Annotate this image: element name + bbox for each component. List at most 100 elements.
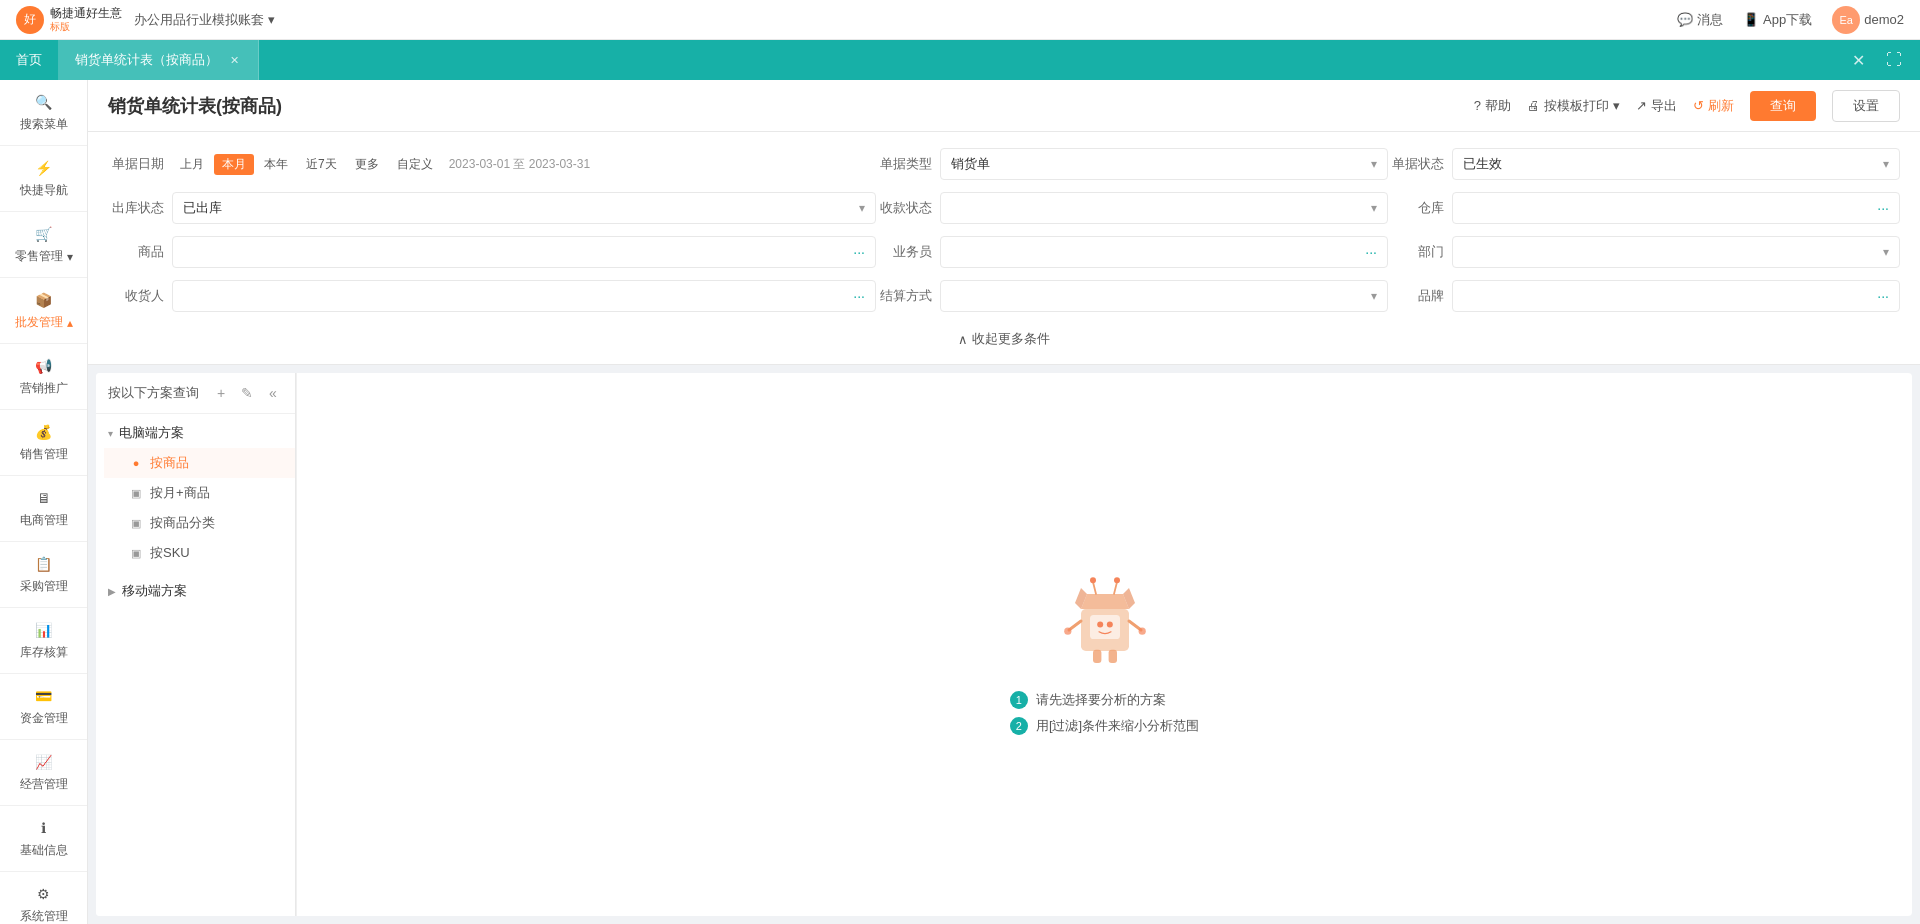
date-tab-last-month[interactable]: 上月 [172, 154, 212, 175]
content-area: 销货单统计表(按商品) ? 帮助 🖨 按模板打印 ▾ ↗ 导出 ↺ 刷新 [88, 80, 1920, 924]
industry-select[interactable]: 办公用品行业模拟账套 ▾ [134, 11, 275, 29]
hint-num-1: 1 [1010, 691, 1028, 709]
empty-state: 1 请先选择要分析的方案 2 用[过滤]条件来缩小分析范围 [297, 373, 1912, 916]
logo-text: 畅捷通好生意 标版 [50, 6, 122, 32]
refresh-btn[interactable]: ↺ 刷新 [1693, 97, 1734, 115]
tab-close-icon[interactable]: ✕ [226, 52, 242, 68]
scheme-group-mobile-title[interactable]: ▶ 移动端方案 [96, 576, 295, 606]
query-button[interactable]: 查询 [1750, 91, 1816, 121]
pay-method-select[interactable]: ▾ [940, 280, 1388, 312]
svg-line-11 [1069, 621, 1081, 630]
ecom-icon: 🖥 [34, 488, 54, 508]
sidebar-item-retail[interactable]: 🛒 零售管理 ▾ [0, 212, 87, 278]
warehouse-label: 仓库 [1388, 199, 1444, 217]
settings-button[interactable]: 设置 [1832, 90, 1900, 122]
date-picker-row: 上月 本月 本年 近7天 更多 自定义 2023-03-01 至 2023-03… [172, 154, 876, 175]
inner-panel: 按以下方案查询 + ✎ « ▾ 电脑端方案 [96, 373, 1912, 916]
receiver-ellipsis[interactable]: ··· [853, 288, 865, 304]
sidebar-item-system[interactable]: ⚙ 系统管理 [0, 872, 87, 924]
svg-line-7 [1093, 582, 1096, 594]
sales-icon: 💰 [34, 422, 54, 442]
tab-stats[interactable]: 销货单统计表（按商品） ✕ [59, 40, 259, 80]
scheme-group-mobile: ▶ 移动端方案 [96, 572, 295, 610]
sidebar-item-search[interactable]: 🔍 搜索菜单 [0, 80, 87, 146]
filter-collect-status: 收款状态 ▾ [876, 192, 1388, 224]
help-btn[interactable]: ? 帮助 [1474, 97, 1511, 115]
date-tab-more[interactable]: 更多 [347, 154, 387, 175]
out-status-select[interactable]: 已出库 ▾ [172, 192, 876, 224]
app-download-btn[interactable]: 📱 App下载 [1743, 11, 1812, 29]
sidebar-item-inventory[interactable]: 📊 库存核算 [0, 608, 87, 674]
chevron-down-icon: ▾ [268, 12, 275, 27]
sidebar-item-finance[interactable]: 💳 资金管理 [0, 674, 87, 740]
brand-ellipsis[interactable]: ··· [1877, 288, 1889, 304]
receiver-select[interactable]: ··· [172, 280, 876, 312]
top-bar-left: 好 畅捷通好生意 标版 办公用品行业模拟账套 ▾ [16, 6, 275, 34]
by-sku-icon: ▣ [128, 545, 144, 561]
filter-salesperson: 业务员 ··· [876, 236, 1388, 268]
scheme-item-by-sku[interactable]: ▣ 按SKU [104, 538, 295, 568]
mobile-group-arrow-icon: ▶ [108, 586, 116, 597]
operation-icon: 📈 [34, 752, 54, 772]
salesperson-select[interactable]: ··· [940, 236, 1388, 268]
scheme-collapse-btn[interactable]: « [263, 383, 283, 403]
tab-close-window-btn[interactable]: ✕ [1844, 46, 1872, 74]
date-tab-7days[interactable]: 近7天 [298, 154, 345, 175]
print-icon: 🖨 [1527, 98, 1540, 113]
goods-ellipsis[interactable]: ··· [853, 244, 865, 260]
date-tab-custom[interactable]: 自定义 [389, 154, 441, 175]
svg-rect-4 [1090, 615, 1120, 639]
wholesale-arrow-icon: ▴ [67, 316, 73, 330]
svg-marker-1 [1081, 594, 1129, 609]
user-info[interactable]: Ea demo2 [1832, 6, 1904, 34]
logo-icon: 好 [16, 6, 44, 34]
tab-home[interactable]: 首页 [0, 40, 59, 80]
date-tab-this-month[interactable]: 本月 [214, 154, 254, 175]
wholesale-icon: 📦 [34, 290, 54, 310]
tab-bar-right: ✕ ⛶ [1844, 46, 1920, 74]
sidebar-item-wholesale[interactable]: 📦 批发管理 ▴ [0, 278, 87, 344]
scheme-add-btn[interactable]: + [211, 383, 231, 403]
message-btn[interactable]: 💬 消息 [1677, 11, 1723, 29]
warehouse-select[interactable]: ··· [1452, 192, 1900, 224]
out-status-label: 出库状态 [108, 199, 164, 217]
order-status-select[interactable]: 已生效 ▾ [1452, 148, 1900, 180]
goods-select[interactable]: ··· [172, 236, 876, 268]
basic-icon: ℹ [34, 818, 54, 838]
filter-brand: 品牌 ··· [1388, 280, 1900, 312]
warehouse-ellipsis[interactable]: ··· [1877, 200, 1889, 216]
order-type-select[interactable]: 销货单 ▾ [940, 148, 1388, 180]
sidebar-item-purchase[interactable]: 📋 采购管理 [0, 542, 87, 608]
svg-point-12 [1064, 627, 1071, 634]
sidebar-item-ecom[interactable]: 🖥 电商管理 [0, 476, 87, 542]
svg-point-8 [1090, 577, 1096, 583]
sidebar-item-sales[interactable]: 💰 销售管理 [0, 410, 87, 476]
tab-bar: 首页 销货单统计表（按商品） ✕ ✕ ⛶ [0, 40, 1920, 80]
sidebar-item-marketing[interactable]: 📢 营销推广 [0, 344, 87, 410]
scheme-item-by-month-goods[interactable]: ▣ 按月+商品 [104, 478, 295, 508]
data-area: 1 请先选择要分析的方案 2 用[过滤]条件来缩小分析范围 [297, 373, 1912, 916]
sidebar-item-operation[interactable]: 📈 经营管理 [0, 740, 87, 806]
print-btn[interactable]: 🖨 按模板打印 ▾ [1527, 97, 1620, 115]
salesperson-ellipsis[interactable]: ··· [1365, 244, 1377, 260]
collapse-btn[interactable]: ∧ 收起更多条件 [958, 330, 1050, 348]
tab-maximize-btn[interactable]: ⛶ [1880, 46, 1908, 74]
sidebar-item-basic[interactable]: ℹ 基础信息 [0, 806, 87, 872]
brand-select[interactable]: ··· [1452, 280, 1900, 312]
scheme-actions: + ✎ « [211, 383, 283, 403]
scheme-group-pc-title[interactable]: ▾ 电脑端方案 [96, 418, 295, 448]
dept-select[interactable]: ▾ [1452, 236, 1900, 268]
date-tab-this-year[interactable]: 本年 [256, 154, 296, 175]
salesperson-label: 业务员 [876, 243, 932, 261]
hint-num-2: 2 [1010, 717, 1028, 735]
scheme-item-by-goods[interactable]: ● 按商品 [104, 448, 295, 478]
order-status-label: 单据状态 [1388, 155, 1444, 173]
collect-status-select[interactable]: ▾ [940, 192, 1388, 224]
page-actions: ? 帮助 🖨 按模板打印 ▾ ↗ 导出 ↺ 刷新 查询 设置 [1474, 90, 1900, 122]
scheme-edit-btn[interactable]: ✎ [237, 383, 257, 403]
export-btn[interactable]: ↗ 导出 [1636, 97, 1677, 115]
scheme-item-by-goods-category[interactable]: ▣ 按商品分类 [104, 508, 295, 538]
sidebar-item-quick[interactable]: ⚡ 快捷导航 [0, 146, 87, 212]
collect-status-chevron-icon: ▾ [1371, 201, 1377, 215]
by-goods-category-icon: ▣ [128, 515, 144, 531]
